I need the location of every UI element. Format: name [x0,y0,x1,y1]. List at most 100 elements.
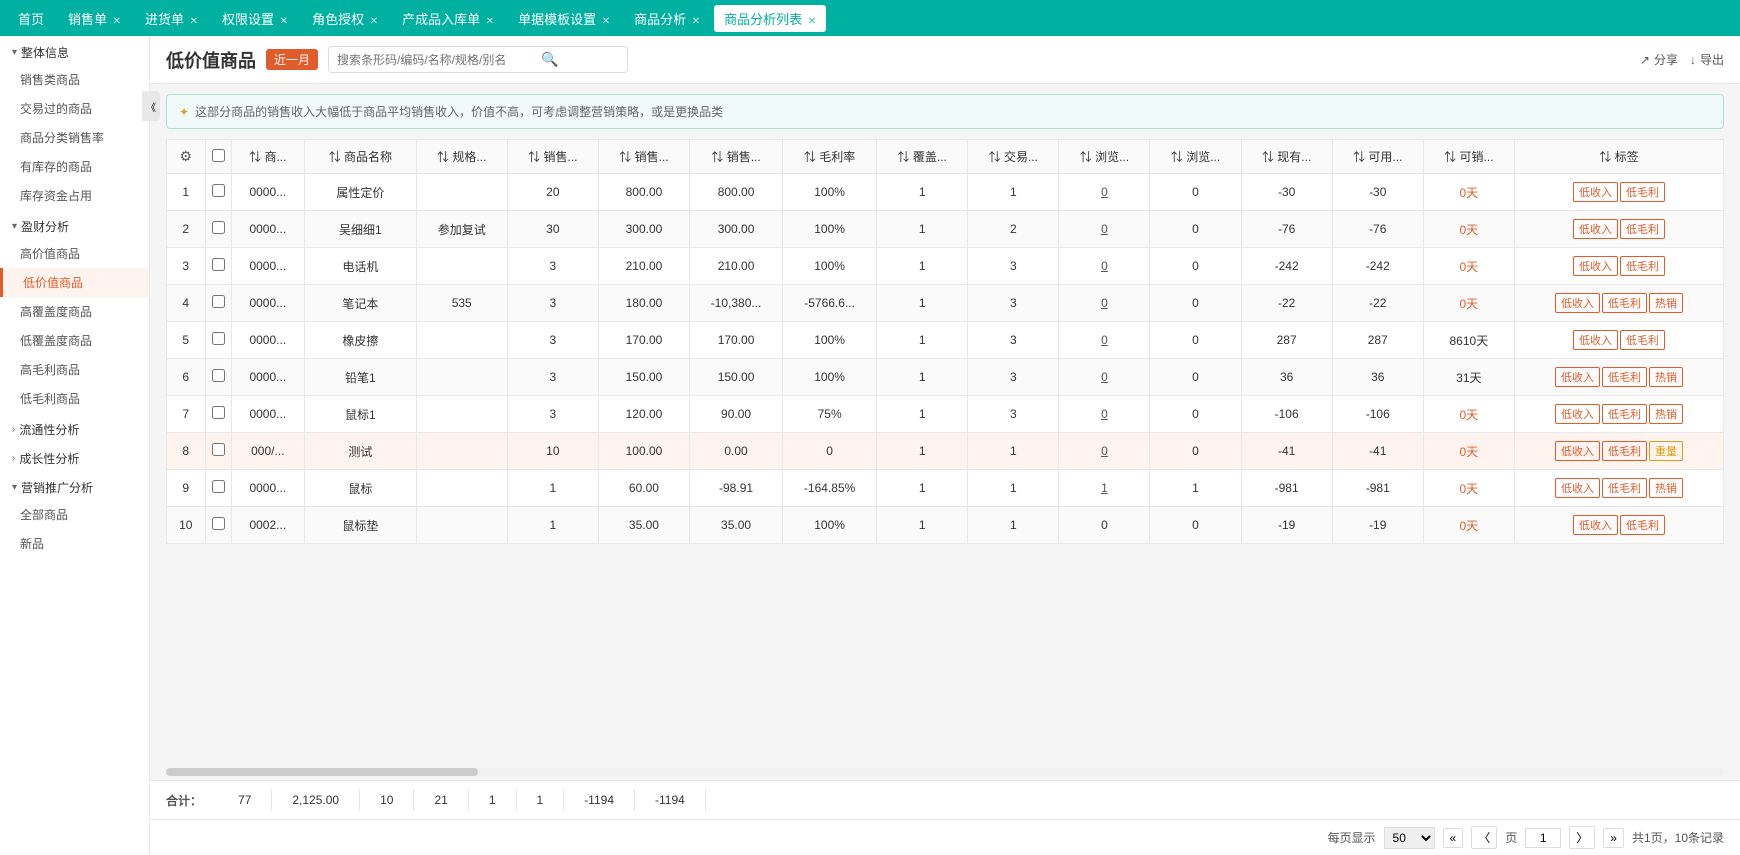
sidebar-item-traded-goods[interactable]: 交易过的商品 [0,94,149,123]
next-page-btn[interactable]: 〉 [1569,826,1595,849]
browse-link[interactable]: 0 [1101,222,1108,236]
row-checkbox[interactable] [212,369,225,382]
row-checkbox[interactable] [212,221,225,234]
col-trade[interactable]: ⇅ 交易... [968,140,1059,174]
cell-browse1[interactable]: 0 [1059,174,1150,211]
sidebar-item-high-margin[interactable]: 高毛利商品 [0,355,149,384]
sidebar-section-flow[interactable]: › 流通性分析 [0,413,149,442]
sidebar-item-low-value[interactable]: 低价值商品 [0,268,149,297]
nav-purchase[interactable]: 进货单 ✕ [135,5,208,32]
browse-link[interactable]: 0 [1101,185,1108,199]
page-number-input[interactable] [1525,828,1561,848]
row-checkbox[interactable] [212,406,225,419]
col-settings[interactable]: ⚙ [167,140,206,174]
cell-checkbox[interactable] [205,396,231,433]
nav-product[interactable]: 产成品入库单 ✕ [392,5,504,32]
nav-goods-list[interactable]: 商品分析列表 ✕ [714,5,826,32]
prev-page-btn[interactable]: 〈 [1471,826,1497,849]
nav-permission[interactable]: 权限设置 ✕ [212,5,298,32]
search-icon[interactable]: 🔍 [541,51,558,68]
nav-home[interactable]: 首页 [8,5,54,32]
nav-goods-list-close[interactable]: ✕ [808,16,816,27]
cell-browse1[interactable]: 0 [1059,322,1150,359]
cell-checkbox[interactable] [205,359,231,396]
col-current[interactable]: ⇅ 现有... [1241,140,1332,174]
cell-browse1[interactable]: 0 [1059,248,1150,285]
sidebar-section-profit[interactable]: ▾ 盈财分析 [0,210,149,239]
sidebar-item-high-coverage[interactable]: 高覆盖度商品 [0,297,149,326]
nav-role-close[interactable]: ✕ [370,16,378,27]
sidebar-item-new-goods[interactable]: 新品 [0,529,149,558]
sidebar-section-growth[interactable]: › 成长性分析 [0,442,149,471]
browse-link[interactable]: 0 [1101,333,1108,347]
cell-browse1[interactable]: 1 [1059,470,1150,507]
col-sales-qty[interactable]: ⇅ 销售... [507,140,598,174]
col-sales-amount[interactable]: ⇅ 销售... [598,140,689,174]
sidebar-item-sales-goods[interactable]: 销售类商品 [0,65,149,94]
row-checkbox[interactable] [212,443,225,456]
col-tags[interactable]: ⇅ 标签 [1514,140,1723,174]
cell-checkbox[interactable] [205,285,231,322]
nav-template-close[interactable]: ✕ [602,16,610,27]
row-checkbox[interactable] [212,480,225,493]
row-checkbox[interactable] [212,517,225,530]
cell-browse1[interactable]: 0 [1059,359,1150,396]
time-tag-btn[interactable]: 近一月 [266,49,318,70]
nav-goods-close[interactable]: ✕ [692,16,700,27]
col-available[interactable]: ⇅ 可用... [1332,140,1423,174]
browse-link[interactable]: 0 [1101,444,1108,458]
col-checkbox[interactable] [205,140,231,174]
cell-browse1[interactable]: 0 [1059,285,1150,322]
search-input[interactable] [337,53,537,67]
cell-browse1[interactable]: 0 [1059,507,1150,544]
col-sellable[interactable]: ⇅ 可销... [1423,140,1514,174]
sidebar-item-inventory-capital[interactable]: 库存资金占用 [0,181,149,210]
cell-checkbox[interactable] [205,470,231,507]
browse-link[interactable]: 0 [1101,259,1108,273]
cell-checkbox[interactable] [205,174,231,211]
row-checkbox[interactable] [212,332,225,345]
cell-checkbox[interactable] [205,507,231,544]
sidebar-section-overview[interactable]: ▾ 整体信息 [0,36,149,65]
cell-checkbox[interactable] [205,248,231,285]
col-code[interactable]: ⇅ 商... [231,140,305,174]
col-coverage[interactable]: ⇅ 覆盖... [877,140,968,174]
sidebar-item-stock-goods[interactable]: 有库存的商品 [0,152,149,181]
nav-template[interactable]: 单据模板设置 ✕ [508,5,620,32]
first-page-btn[interactable]: « [1443,828,1464,848]
nav-product-close[interactable]: ✕ [486,16,494,27]
sidebar-collapse-btn[interactable]: 《 [142,91,160,121]
cell-browse1[interactable]: 0 [1059,433,1150,470]
row-checkbox[interactable] [212,258,225,271]
scroll-bar[interactable] [166,768,1724,776]
sidebar-item-category-sales[interactable]: 商品分类销售率 [0,123,149,152]
col-browse2[interactable]: ⇅ 浏览... [1150,140,1241,174]
nav-purchase-close[interactable]: ✕ [190,16,198,27]
cell-checkbox[interactable] [205,433,231,470]
select-all-checkbox[interactable] [212,149,225,162]
browse-link[interactable]: 0 [1101,407,1108,421]
browse-link[interactable]: 0 [1101,370,1108,384]
col-browse1[interactable]: ⇅ 浏览... [1059,140,1150,174]
cell-checkbox[interactable] [205,211,231,248]
nav-role[interactable]: 角色授权 ✕ [302,5,388,32]
col-name[interactable]: ⇅ 商品名称 [305,140,417,174]
sidebar-item-low-coverage[interactable]: 低覆盖度商品 [0,326,149,355]
browse-link[interactable]: 0 [1101,296,1108,310]
sidebar-item-low-margin[interactable]: 低毛利商品 [0,384,149,413]
sidebar-item-high-value[interactable]: 高价值商品 [0,239,149,268]
settings-icon[interactable]: ⚙ [179,148,192,164]
per-page-select[interactable]: 50 100 200 [1384,827,1435,849]
col-sales-avg[interactable]: ⇅ 销售... [690,140,783,174]
row-checkbox[interactable] [212,184,225,197]
export-btn[interactable]: ↓ 导出 [1690,51,1724,68]
cell-checkbox[interactable] [205,322,231,359]
sidebar-section-marketing[interactable]: ▾ 营销推广分析 [0,471,149,500]
nav-goods-analysis[interactable]: 商品分析 ✕ [624,5,710,32]
col-margin[interactable]: ⇅ 毛利率 [783,140,877,174]
nav-sales[interactable]: 销售单 ✕ [58,5,131,32]
browse-link[interactable]: 1 [1101,481,1108,495]
scroll-thumb[interactable] [166,768,478,776]
nav-sales-close[interactable]: ✕ [113,16,121,27]
last-page-btn[interactable]: » [1603,828,1624,848]
